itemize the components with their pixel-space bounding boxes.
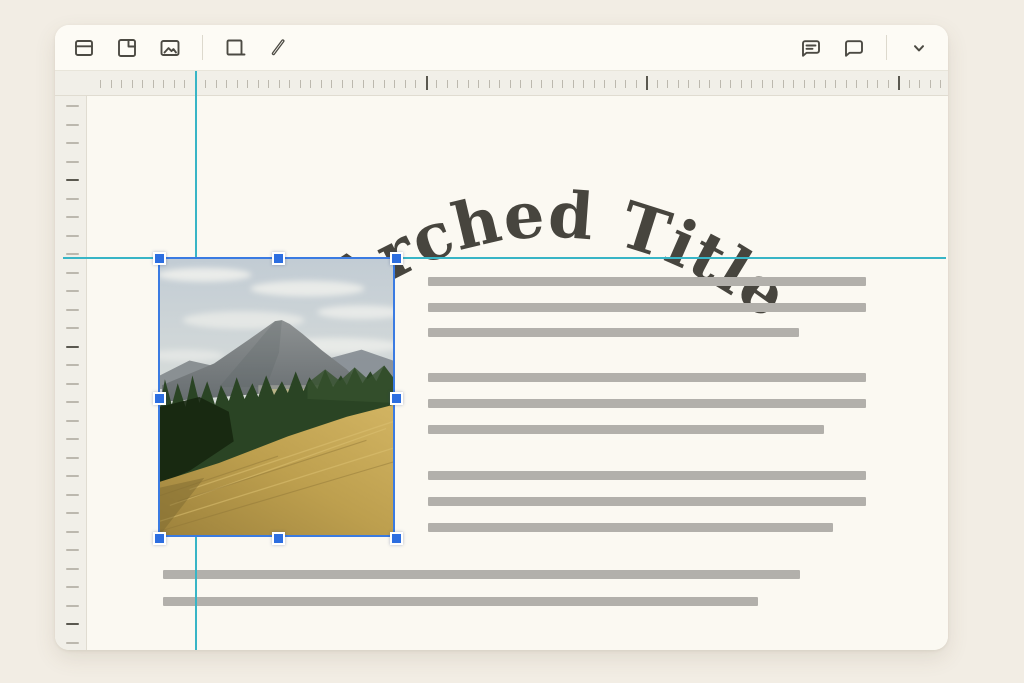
comments-button[interactable]: [796, 33, 826, 63]
text-line-placeholder[interactable]: [428, 425, 824, 434]
resize-handle[interactable]: [390, 532, 403, 545]
toolbar-divider: [886, 35, 887, 60]
resize-handle[interactable]: [390, 392, 403, 405]
editor-window: Arched Title: [55, 25, 948, 650]
toolbar-divider: [202, 35, 203, 60]
text-line-placeholder[interactable]: [428, 471, 866, 480]
toolbar-right-group: [796, 33, 934, 63]
text-line-placeholder[interactable]: [163, 570, 800, 579]
toolbar-left-group: [69, 33, 293, 63]
resize-handle[interactable]: [271, 532, 285, 545]
text-line-placeholder[interactable]: [428, 303, 866, 312]
insert-image-button[interactable]: [155, 33, 185, 63]
frame-tool-button[interactable]: [220, 33, 250, 63]
new-comment-icon: [842, 36, 866, 60]
text-line-placeholder[interactable]: [428, 328, 799, 337]
resize-handle[interactable]: [153, 392, 166, 405]
pen-tool-button[interactable]: [263, 33, 293, 63]
text-line-placeholder[interactable]: [163, 597, 758, 606]
resize-handle[interactable]: [271, 252, 285, 265]
page-element-button[interactable]: [112, 33, 142, 63]
text-line-placeholder[interactable]: [428, 497, 866, 506]
vertical-ruler[interactable]: [55, 96, 87, 650]
resize-handle[interactable]: [390, 252, 403, 265]
frame-tool-icon: [223, 36, 247, 60]
new-comment-button[interactable]: [839, 33, 869, 63]
collapse-toolbar-button[interactable]: [904, 33, 934, 63]
insert-image-icon: [158, 36, 182, 60]
text-line-placeholder[interactable]: [428, 523, 833, 532]
mountain-landscape-photo[interactable]: [160, 259, 393, 535]
text-line-placeholder[interactable]: [428, 399, 866, 408]
toolbar: [55, 25, 948, 71]
layout-rows-button[interactable]: [69, 33, 99, 63]
text-line-placeholder[interactable]: [428, 277, 866, 286]
horizontal-ruler[interactable]: [55, 71, 948, 96]
text-line-placeholder[interactable]: [428, 373, 866, 382]
comments-icon: [799, 36, 823, 60]
chevron-down-icon: [907, 36, 931, 60]
pen-tool-icon: [266, 36, 290, 60]
resize-handle[interactable]: [153, 532, 166, 545]
layout-rows-icon: [72, 36, 96, 60]
resize-handle[interactable]: [153, 252, 166, 265]
selected-image-frame[interactable]: [153, 252, 403, 545]
page-element-icon: [115, 36, 139, 60]
